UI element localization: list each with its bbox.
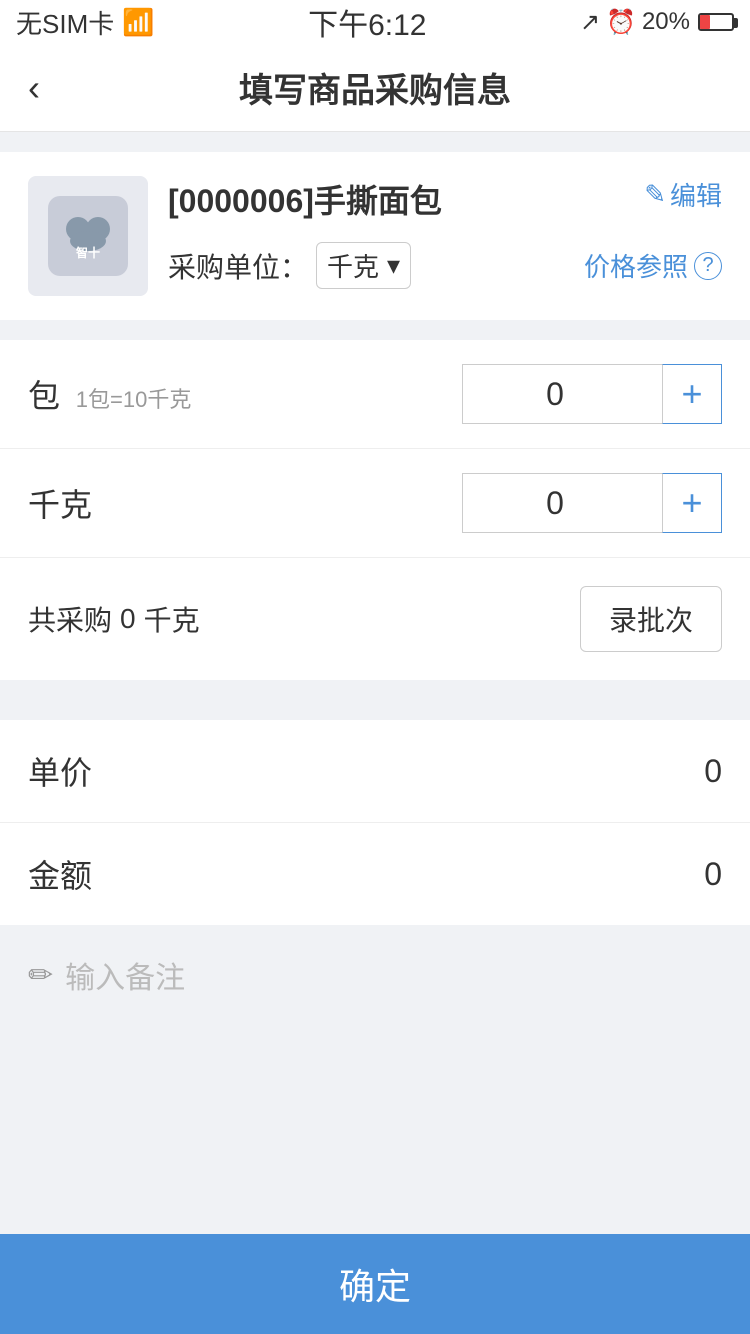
unit-value: 千克 [327, 247, 379, 284]
bag-label-group: 包 1包=10千克 [28, 371, 191, 417]
bag-sub-label: 1包=10千克 [76, 387, 192, 412]
unit-price-value: 0 [704, 753, 722, 790]
price-info-section: 单价 0 金额 0 [0, 720, 750, 925]
product-name-row: [0000006]手撕面包 ✎ 编辑 [168, 176, 722, 222]
remark-section[interactable]: ✏ 输入备注 [0, 925, 750, 1025]
summary-row: 共采购 0 千克 录批次 [0, 558, 750, 680]
summary-value: 0 [120, 603, 136, 635]
product-full-name: [0000006]手撕面包 [168, 176, 442, 222]
product-card: 智十 [0000006]手撕面包 ✎ 编辑 采购单位： 千克 ▾ 价格参照 ? [0, 152, 750, 320]
location-icon: ↗ [580, 8, 600, 37]
quantity-section: 包 1包=10千克 + 千克 + [0, 340, 750, 558]
unit-dropdown[interactable]: 千克 ▾ [316, 242, 411, 289]
price-ref-button[interactable]: 价格参照 ? [584, 247, 722, 284]
product-thumbnail: 智十 [28, 176, 148, 296]
nav-bar: ‹ 填写商品采购信息 [0, 44, 750, 132]
record-batch-button[interactable]: 录批次 [580, 586, 722, 652]
unit-price-row: 单价 0 [0, 720, 750, 823]
pencil-icon: ✏ [28, 958, 53, 993]
edit-label: 编辑 [670, 176, 722, 213]
summary-prefix: 共采购 [28, 599, 112, 639]
edit-icon: ✎ [644, 179, 666, 210]
help-icon: ? [694, 252, 722, 280]
bag-quantity-input[interactable] [462, 364, 662, 424]
battery-icon [698, 13, 734, 31]
back-button[interactable]: ‹ [28, 67, 40, 109]
kg-input-row: 千克 + [0, 449, 750, 558]
kg-label: 千克 [28, 487, 92, 523]
remark-placeholder: 输入备注 [65, 953, 185, 997]
amount-row: 金额 0 [0, 823, 750, 925]
kg-quantity-input[interactable] [462, 473, 662, 533]
content-spacer [0, 1025, 750, 1225]
bag-input-control: + [462, 364, 722, 424]
section-divider-1 [0, 320, 750, 340]
section-divider-2 [0, 680, 750, 700]
kg-input-control: + [462, 473, 722, 533]
bag-plus-button[interactable]: + [662, 364, 722, 424]
dropdown-arrow-icon: ▾ [387, 250, 400, 281]
amount-label: 金额 [28, 851, 92, 897]
amount-value: 0 [704, 856, 722, 893]
battery-percent: 20% [642, 8, 690, 36]
wifi-signal-icon: 📶 [122, 7, 154, 38]
product-logo: 智十 [48, 196, 128, 276]
page-title: 填写商品采购信息 [239, 63, 511, 112]
alarm-icon: ⏰ [606, 8, 636, 37]
status-right: ↗ ⏰ 20% [580, 8, 734, 37]
confirm-bar[interactable]: 确定 [0, 1234, 750, 1334]
summary-unit: 千克 [144, 599, 200, 639]
product-info: [0000006]手撕面包 ✎ 编辑 采购单位： 千克 ▾ 价格参照 ? [168, 176, 722, 289]
unit-label: 采购单位： [168, 246, 308, 286]
summary-text: 共采购 0 千克 [28, 599, 200, 639]
price-ref-label: 价格参照 [584, 247, 688, 284]
bag-input-row: 包 1包=10千克 + [0, 340, 750, 449]
kg-label-group: 千克 [28, 480, 92, 526]
kg-plus-button[interactable]: + [662, 473, 722, 533]
edit-button[interactable]: ✎ 编辑 [644, 176, 722, 213]
carrier-text: 无SIM卡 [16, 4, 114, 41]
bag-label: 包 [28, 378, 60, 414]
svg-text:智十: 智十 [75, 245, 100, 260]
status-bar: 无SIM卡 📶 下午6:12 ↗ ⏰ 20% [0, 0, 750, 44]
unit-price-label: 单价 [28, 748, 92, 794]
confirm-button-label: 确定 [339, 1258, 411, 1310]
status-left: 无SIM卡 📶 [16, 4, 155, 41]
unit-row: 采购单位： 千克 ▾ 价格参照 ? [168, 242, 722, 289]
status-time: 下午6:12 [308, 0, 426, 44]
